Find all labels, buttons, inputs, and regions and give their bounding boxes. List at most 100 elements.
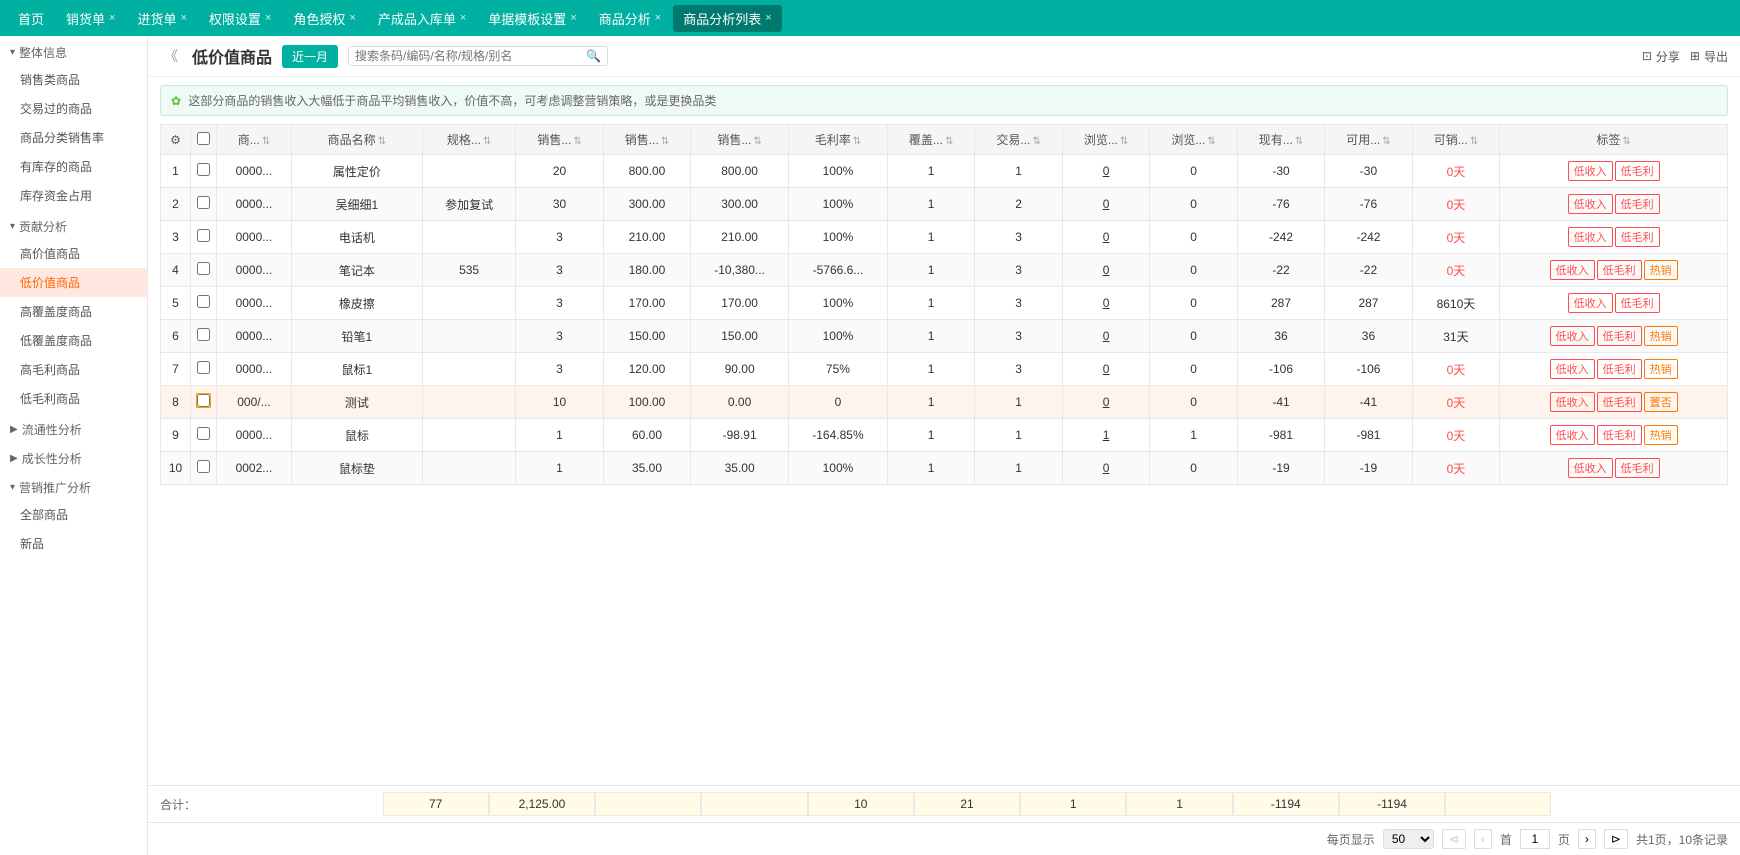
th-browse2[interactable]: 浏览...⇅ [1150,125,1237,155]
browse1-link[interactable]: 0 [1103,263,1110,277]
sidebar-item-high-margin[interactable]: 高毛利商品 [0,355,147,384]
close-icon[interactable]: × [765,12,771,24]
th-sales-gross[interactable]: 销售...⇅ [691,125,789,155]
sidebar-group-growth[interactable]: ▶ 成长性分析 [0,442,147,471]
prev-page-button[interactable]: ‹ [1474,829,1492,849]
th-sales-qty[interactable]: 销售...⇅ [516,125,603,155]
select-all-checkbox[interactable] [197,132,210,145]
nav-purchase[interactable]: 进货单 × [127,5,196,32]
th-gross-rate[interactable]: 毛利率⇅ [789,125,888,155]
th-checkbox[interactable] [191,125,217,155]
sidebar-item-low-value[interactable]: 低价值商品 [0,268,147,297]
row-no: 4 [161,254,191,287]
row-sales-qty: 3 [516,287,603,320]
th-code[interactable]: 商...⇅ [217,125,292,155]
row-checkbox[interactable] [197,328,210,341]
sidebar-item-high-coverage[interactable]: 高覆盖度商品 [0,297,147,326]
sidebar-group-contribution[interactable]: ▾ 贡献分析 [0,210,147,239]
browse1-link[interactable]: 0 [1103,461,1110,475]
nav-finished-goods[interactable]: 产成品入库单 × [368,5,476,32]
nav-permissions[interactable]: 权限设置 × [199,5,281,32]
filter-period-button[interactable]: 近一月 [282,45,338,68]
sidebar-item-inventory-capital[interactable]: 库存资金占用 [0,181,147,210]
nav-sales[interactable]: 销货单 × [56,5,125,32]
row-available: 287 [1325,287,1412,320]
close-icon[interactable]: × [349,12,355,24]
nav-template-settings[interactable]: 单据模板设置 × [478,5,586,32]
search-icon[interactable]: 🔍 [586,49,601,63]
th-browse1[interactable]: 浏览...⇅ [1062,125,1149,155]
sidebar-item-new-goods[interactable]: 新品 [0,529,147,558]
nav-roles[interactable]: 角色授权 × [283,5,365,32]
sidebar-group-overall[interactable]: ▾ 整体信息 [0,36,147,65]
th-name[interactable]: 商品名称⇅ [291,125,422,155]
browse1-link[interactable]: 0 [1103,197,1110,211]
close-icon[interactable]: × [570,12,576,24]
browse1-link[interactable]: 0 [1103,164,1110,178]
row-checkbox[interactable] [197,361,210,374]
browse1-link[interactable]: 1 [1103,428,1110,442]
close-icon[interactable]: × [109,12,115,24]
sidebar-item-sales-goods[interactable]: 销售类商品 [0,65,147,94]
export-button[interactable]: ⊞ 导出 [1690,48,1728,65]
row-current-stock: 36 [1237,320,1324,353]
row-sales-amount: 150.00 [603,320,690,353]
row-checkbox[interactable] [197,295,210,308]
row-checkbox[interactable] [197,394,210,407]
row-sales-amount: 170.00 [603,287,690,320]
next-page-button[interactable]: › [1578,829,1596,849]
th-spec[interactable]: 规格...⇅ [422,125,515,155]
search-input[interactable] [355,49,582,63]
sidebar-item-category-rate[interactable]: 商品分类销售率 [0,123,147,152]
sidebar-item-inventory-goods[interactable]: 有库存的商品 [0,152,147,181]
row-browse2: 0 [1150,188,1237,221]
th-sales-amount[interactable]: 销售...⇅ [603,125,690,155]
row-checkbox[interactable] [197,427,210,440]
th-trade[interactable]: 交易...⇅ [975,125,1062,155]
th-saleable[interactable]: 可销...⇅ [1412,125,1499,155]
sidebar-item-high-value[interactable]: 高价值商品 [0,239,147,268]
sidebar-item-low-margin[interactable]: 低毛利商品 [0,384,147,413]
notice-icon: ✿ [171,94,181,108]
nav-product-analysis[interactable]: 商品分析 × [589,5,671,32]
first-page-button[interactable]: ⊲ [1442,829,1466,849]
row-sales-qty: 3 [516,221,603,254]
nav-home[interactable]: 首页 [8,5,54,32]
row-spec [422,419,515,452]
total-current-stock: -1194 [1233,792,1339,816]
row-no: 9 [161,419,191,452]
sidebar-item-all-goods[interactable]: 全部商品 [0,500,147,529]
page-input[interactable] [1520,829,1550,849]
row-checkbox[interactable] [197,262,210,275]
row-saleable: 0天 [1412,188,1499,221]
close-icon[interactable]: × [265,12,271,24]
close-icon[interactable]: × [655,12,661,24]
sidebar-group-circulation[interactable]: ▶ 流通性分析 [0,413,147,442]
browse1-link[interactable]: 0 [1103,296,1110,310]
row-checkbox[interactable] [197,460,210,473]
browse1-link[interactable]: 0 [1103,395,1110,409]
browse1-link[interactable]: 0 [1103,230,1110,244]
close-icon[interactable]: × [180,12,186,24]
th-coverage[interactable]: 覆盖...⇅ [887,125,974,155]
sidebar-item-low-coverage[interactable]: 低覆盖度商品 [0,326,147,355]
page-size-select[interactable]: 50 100 200 [1383,829,1434,849]
close-icon[interactable]: × [460,12,466,24]
nav-product-analysis-list[interactable]: 商品分析列表 × [673,5,781,32]
th-current-stock[interactable]: 现有...⇅ [1237,125,1324,155]
browse1-link[interactable]: 0 [1103,362,1110,376]
row-checkbox[interactable] [197,196,210,209]
sidebar-item-traded-goods[interactable]: 交易过的商品 [0,94,147,123]
sidebar-collapse-button[interactable]: 《 [160,46,182,66]
last-page-button[interactable]: ⊳ [1604,829,1628,849]
share-button[interactable]: ⊡ 分享 [1642,48,1680,65]
sidebar-group-marketing[interactable]: ▾ 营销推广分析 [0,471,147,500]
th-setting[interactable]: ⚙ [161,125,191,155]
row-checkbox[interactable] [197,163,210,176]
browse1-link[interactable]: 0 [1103,329,1110,343]
th-tags[interactable]: 标签⇅ [1500,125,1728,155]
th-available[interactable]: 可用...⇅ [1325,125,1412,155]
tag-badge: 低收入 [1568,161,1613,181]
row-current-stock: -19 [1237,452,1324,485]
row-checkbox[interactable] [197,229,210,242]
